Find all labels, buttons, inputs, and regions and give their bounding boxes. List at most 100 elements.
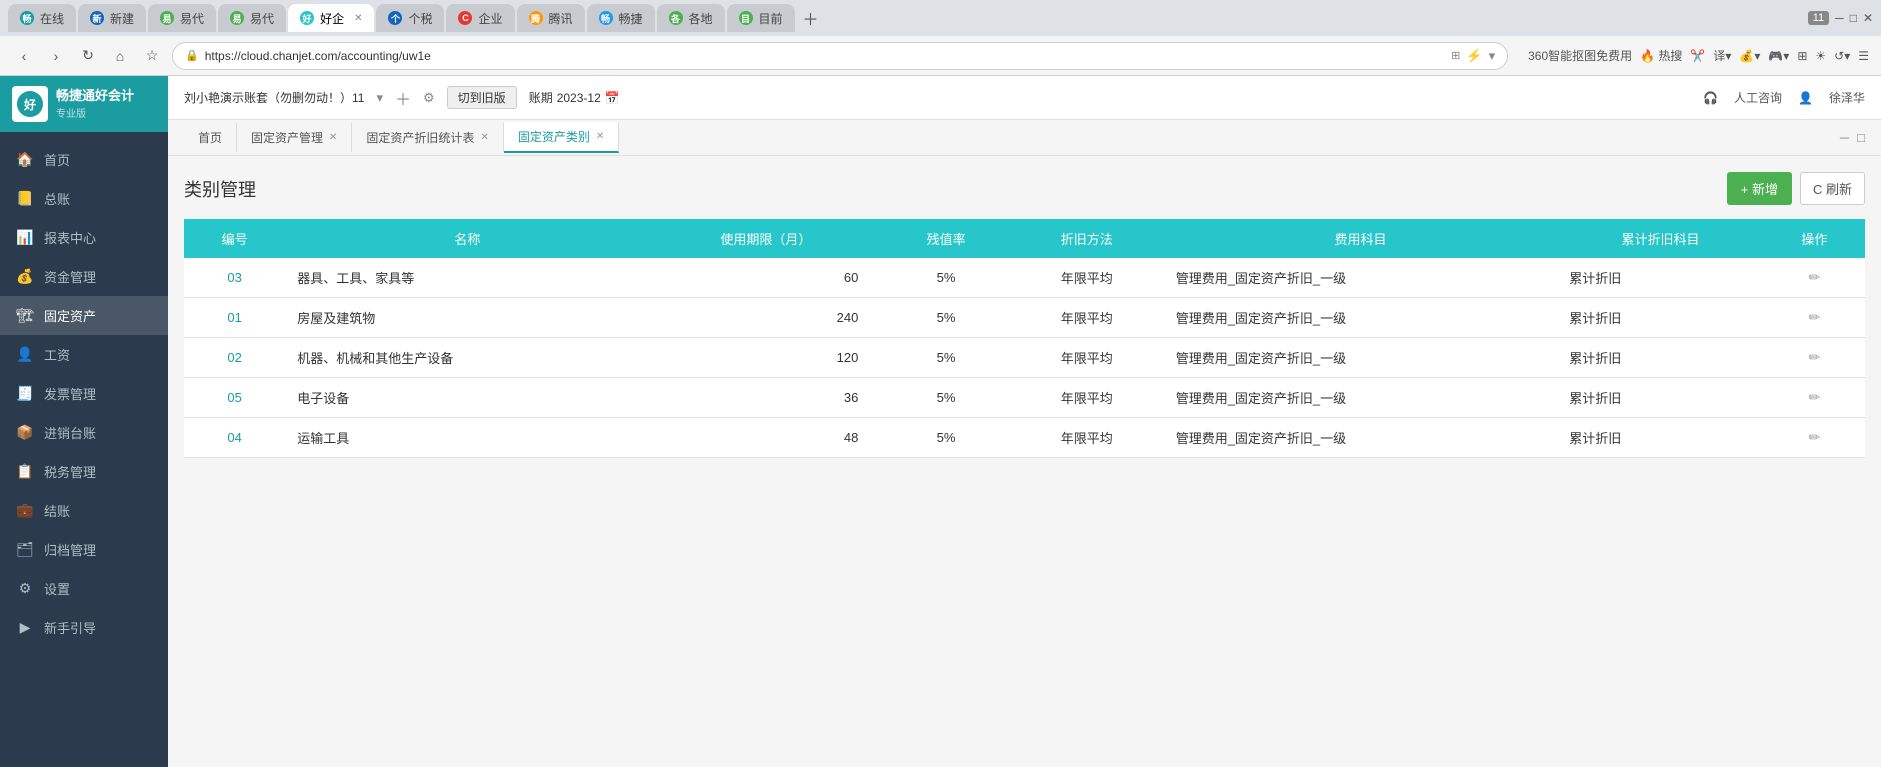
dropdown-user-icon[interactable]: ▾ bbox=[376, 90, 383, 106]
undo-icon[interactable]: ↺▾ bbox=[1834, 49, 1850, 63]
topbar-period: 账期 2023-12 📅 bbox=[529, 89, 620, 106]
topbar-settings-icon[interactable]: ⚙ bbox=[423, 90, 435, 106]
refresh-button[interactable]: C 刷新 bbox=[1800, 172, 1865, 205]
sidebar-item-guide[interactable]: ▶ 新手引导 bbox=[0, 608, 168, 647]
sidebar-label-fund: 资金管理 bbox=[44, 267, 96, 286]
reload-button[interactable]: ↻ bbox=[76, 44, 100, 68]
edit-icon-3[interactable]: ✏ bbox=[1808, 389, 1820, 405]
forward-button[interactable]: › bbox=[44, 44, 68, 68]
sidebar-item-settle[interactable]: 💼 结账 bbox=[0, 491, 168, 530]
cut-icon[interactable]: ✂️ bbox=[1690, 49, 1705, 63]
browser-tab-new[interactable]: 新 新建 bbox=[78, 4, 146, 32]
hot-label[interactable]: 🔥 热搜 bbox=[1640, 47, 1682, 64]
lightning-icon[interactable]: ⚡ bbox=[1466, 48, 1482, 64]
browser-tab-yidai1[interactable]: 易 易代 bbox=[148, 4, 216, 32]
cell-accumulated-2: 累计折旧 bbox=[1557, 338, 1763, 378]
sidebar-item-invoice[interactable]: 🧾 发票管理 bbox=[0, 374, 168, 413]
game-icon[interactable]: 🎮▾ bbox=[1768, 49, 1789, 63]
sidebar-item-ledger[interactable]: 📒 总账 bbox=[0, 179, 168, 218]
table-row: 03 器具、工具、家具等 60 5% 年限平均 管理费用_固定资产折旧_一级 累… bbox=[184, 258, 1865, 298]
page-tab-asset-mgmt[interactable]: 固定资产管理 ✕ bbox=[237, 123, 352, 152]
browser-tab-current[interactable]: 目 目前 bbox=[727, 4, 795, 32]
calendar-icon[interactable]: 📅 bbox=[605, 91, 620, 105]
sidebar-item-payroll[interactable]: 👤 工资 bbox=[0, 335, 168, 374]
browser-tab-yidai2[interactable]: 易 易代 bbox=[218, 4, 286, 32]
grid-icon[interactable]: ⊞ bbox=[1797, 49, 1807, 63]
tab-close-active[interactable]: ✕ bbox=[354, 13, 362, 24]
service-label[interactable]: 人工咨询 bbox=[1734, 89, 1782, 106]
cell-expense-1: 管理费用_固定资产折旧_一级 bbox=[1164, 298, 1558, 338]
sun-icon[interactable]: ☀ bbox=[1815, 49, 1826, 63]
page-tab-category[interactable]: 固定资产类别 ✕ bbox=[504, 122, 619, 153]
topbar-add-icon[interactable]: ＋ bbox=[395, 86, 411, 110]
add-button[interactable]: + 新增 bbox=[1727, 172, 1792, 205]
page-tab-depreciation[interactable]: 固定资产折旧统计表 ✕ bbox=[352, 123, 503, 152]
page-tab-home[interactable]: 首页 bbox=[184, 123, 237, 152]
sidebar-item-fund[interactable]: 💰 资金管理 bbox=[0, 257, 168, 296]
svg-text:好: 好 bbox=[23, 97, 36, 112]
new-tab-button[interactable]: ＋ bbox=[797, 4, 825, 32]
cell-action-2[interactable]: ✏ bbox=[1764, 338, 1865, 378]
dropdown-icon[interactable]: ▾ bbox=[1489, 48, 1496, 64]
sidebar-item-settings[interactable]: ⚙ 设置 bbox=[0, 569, 168, 608]
edit-icon-1[interactable]: ✏ bbox=[1808, 309, 1820, 325]
sidebar-item-report[interactable]: 📊 报表中心 bbox=[0, 218, 168, 257]
cell-accumulated-1: 累计折旧 bbox=[1557, 298, 1763, 338]
browser-tab-tax[interactable]: 个 个税 bbox=[376, 4, 444, 32]
back-button[interactable]: ‹ bbox=[12, 44, 36, 68]
edit-icon-4[interactable]: ✏ bbox=[1808, 429, 1820, 445]
cell-name-0: 器具、工具、家具等 bbox=[285, 258, 649, 298]
edit-icon-0[interactable]: ✏ bbox=[1808, 269, 1820, 285]
cell-action-4[interactable]: ✏ bbox=[1764, 418, 1865, 458]
app-topbar: 刘小艳演示账套（勿删勿动！）11 ▾ ＋ ⚙ 切到旧版 账期 2023-12 📅… bbox=[168, 76, 1881, 120]
col-header-accumulated: 累计折旧科目 bbox=[1557, 219, 1763, 258]
close-icon[interactable]: ✕ bbox=[1863, 11, 1873, 25]
sidebar-item-fixed-asset[interactable]: 🏗 固定资产 bbox=[0, 296, 168, 335]
cell-action-3[interactable]: ✏ bbox=[1764, 378, 1865, 418]
coin-icon[interactable]: 💰▾ bbox=[1739, 49, 1760, 63]
browser-tab-active[interactable]: 好 好企 ✕ bbox=[288, 4, 374, 32]
browser-tab-each[interactable]: 各 各地 bbox=[657, 4, 725, 32]
tab-label-active: 好企 bbox=[320, 10, 344, 27]
fixed-asset-icon: 🏗 bbox=[16, 307, 34, 325]
cell-expense-2: 管理费用_固定资产折旧_一级 bbox=[1164, 338, 1558, 378]
cell-salvage-3: 5% bbox=[882, 378, 1010, 418]
switch-version-button[interactable]: 切到旧版 bbox=[447, 86, 517, 109]
translate-icon[interactable]: 译▾ bbox=[1713, 47, 1731, 64]
cell-name-1: 房屋及建筑物 bbox=[285, 298, 649, 338]
page-tab-asset-mgmt-close[interactable]: ✕ bbox=[329, 132, 337, 143]
sidebar: 好 畅捷通好会计 专业版 🏠 首页 📒 总账 📊 报表中心 💰 资金管理 bbox=[0, 76, 168, 767]
window-maximize-icon[interactable]: □ bbox=[1857, 130, 1865, 145]
menu-icon[interactable]: ☰ bbox=[1858, 49, 1869, 63]
browser-tab-online[interactable]: 畅 在线 bbox=[8, 4, 76, 32]
tax-icon: 📋 bbox=[16, 463, 34, 481]
guide-icon: ▶ bbox=[16, 619, 34, 637]
page-tab-category-close[interactable]: ✕ bbox=[596, 131, 604, 142]
maximize-icon[interactable]: □ bbox=[1850, 11, 1857, 25]
sidebar-item-inventory[interactable]: 📦 进销台账 bbox=[0, 413, 168, 452]
page-title-bar: 类别管理 + 新增 C 刷新 bbox=[184, 172, 1865, 205]
sidebar-item-tax[interactable]: 📋 税务管理 bbox=[0, 452, 168, 491]
cell-expense-4: 管理费用_固定资产折旧_一级 bbox=[1164, 418, 1558, 458]
cell-code-3: 05 bbox=[184, 378, 285, 418]
cell-salvage-4: 5% bbox=[882, 418, 1010, 458]
minimize-icon[interactable]: ─ bbox=[1835, 11, 1844, 25]
cell-action-1[interactable]: ✏ bbox=[1764, 298, 1865, 338]
home-button[interactable]: ⌂ bbox=[108, 44, 132, 68]
sidebar-item-home[interactable]: 🏠 首页 bbox=[0, 140, 168, 179]
edit-icon-2[interactable]: ✏ bbox=[1808, 349, 1820, 365]
page-tab-asset-mgmt-label: 固定资产管理 bbox=[251, 129, 323, 146]
cell-action-0[interactable]: ✏ bbox=[1764, 258, 1865, 298]
address-bar[interactable]: 🔒 https://cloud.chanjet.com/accounting/u… bbox=[172, 42, 1508, 70]
action-buttons: + 新增 C 刷新 bbox=[1727, 172, 1865, 205]
browser-tab-corp[interactable]: C 企业 bbox=[446, 4, 514, 32]
window-minimize-icon[interactable]: ─ bbox=[1840, 130, 1849, 145]
bookmark-button[interactable]: ☆ bbox=[140, 44, 164, 68]
col-header-code: 编号 bbox=[184, 219, 285, 258]
home-icon: 🏠 bbox=[16, 151, 34, 169]
page-tab-depreciation-close[interactable]: ✕ bbox=[480, 132, 488, 143]
site-info-icon[interactable]: ⊞ bbox=[1451, 49, 1460, 62]
browser-tab-changjie[interactable]: 畅 畅捷 bbox=[587, 4, 655, 32]
browser-tab-tencent[interactable]: 腾 腾讯 bbox=[517, 4, 585, 32]
sidebar-item-archive[interactable]: 🗂 归档管理 bbox=[0, 530, 168, 569]
